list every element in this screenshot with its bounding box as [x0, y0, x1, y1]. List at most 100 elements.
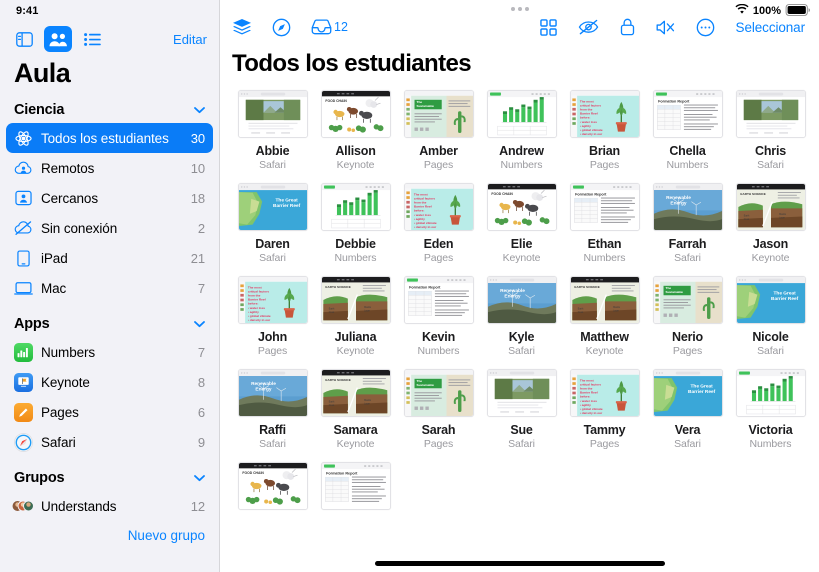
student-cell[interactable]: The Great Barrier Reef Nicole Safari — [732, 276, 809, 357]
student-screen-thumbnail[interactable]: Formation Report — [403, 276, 474, 324]
sidebar-item-mac[interactable]: Mac 7 — [6, 273, 213, 303]
speaker-mute-icon[interactable] — [656, 19, 675, 36]
student-cell[interactable]: Renewable Energy Raffi Safari — [234, 369, 311, 450]
student-cell[interactable]: Victoria Numbers — [732, 369, 809, 450]
student-cell[interactable]: The Great Barrier Reef Vera Safari — [649, 369, 726, 450]
student-cell[interactable]: Formation Report Ethan Numbers — [566, 183, 643, 264]
student-screen-thumbnail[interactable] — [735, 369, 806, 417]
student-screen-thumbnail[interactable]: The Great Barrier Reef — [652, 369, 723, 417]
sidebar-item-cercanos[interactable]: Cercanos 18 — [6, 183, 213, 213]
section-header-ciencia[interactable]: Ciencia — [0, 95, 219, 123]
student-name: John — [257, 330, 288, 344]
student-screen-thumbnail[interactable]: FOOD CHAIN — [486, 183, 557, 231]
student-screen-thumbnail[interactable]: The Great Barrier Reef — [237, 183, 308, 231]
grid-view-icon[interactable] — [539, 18, 557, 36]
student-cell[interactable]: Formation Report Chella Numbers — [649, 90, 726, 171]
student-screen-thumbnail[interactable] — [486, 369, 557, 417]
student-screen-thumbnail[interactable]: EARTH SCIENCE Earth Crust Mantle Layer — [569, 276, 640, 324]
student-cell[interactable]: Renewable Energy Farrah Safari — [649, 183, 726, 264]
student-screen-thumbnail[interactable]: FOOD CHAIN — [237, 462, 308, 510]
student-cell[interactable]: Chris Safari — [732, 90, 809, 171]
more-options-icon[interactable] — [696, 18, 715, 37]
student-cell[interactable]: Andrew Numbers — [483, 90, 560, 171]
student-screen-thumbnail[interactable] — [486, 90, 557, 138]
chevron-down-icon[interactable] — [194, 320, 205, 328]
student-cell[interactable]: The Sustainable Amber Pages — [400, 90, 477, 171]
sidebar-item-numbers[interactable]: Numbers 7 — [6, 337, 213, 367]
student-cell[interactable]: The most critical factors from the Barrier… — [566, 369, 643, 450]
student-screen-thumbnail[interactable]: The most critical factors from the Barrier… — [569, 369, 640, 417]
sidebar-sections[interactable]: Ciencia Todos los estudiantes 30 Remotos… — [0, 95, 219, 572]
student-cell[interactable]: The Great Barrier Reef Daren Safari — [234, 183, 311, 264]
student-cell[interactable]: FOOD CHAIN Elie Keynote — [483, 183, 560, 264]
student-screen-thumbnail[interactable]: EARTH SCIENCE Earth Crust Mantle Layer — [320, 276, 391, 324]
sidebar-item-pages[interactable]: Pages 6 — [6, 397, 213, 427]
section-header-grupos[interactable]: Grupos — [0, 457, 219, 491]
student-screen-thumbnail[interactable]: The most critical factors from the Barrier… — [403, 183, 474, 231]
student-cell[interactable]: FOOD CHAIN — [234, 462, 311, 517]
window-grabber-handle[interactable] — [510, 7, 529, 11]
student-cell[interactable]: Formation Report — [317, 462, 394, 517]
list-view-icon[interactable] — [78, 26, 106, 52]
student-screen-thumbnail[interactable]: Renewable Energy — [237, 369, 308, 417]
student-cell[interactable]: EARTH SCIENCE Earth Crust Mantle Layer Matt… — [566, 276, 643, 357]
student-screen-thumbnail[interactable]: Formation Report — [320, 462, 391, 510]
student-screen-thumbnail[interactable]: Renewable Energy — [486, 276, 557, 324]
student-screen-thumbnail[interactable]: EARTH SCIENCE Earth Crust Mantle Layer — [320, 369, 391, 417]
sidebar-item-remotos[interactable]: Remotos 10 — [6, 153, 213, 183]
student-screen-thumbnail[interactable] — [320, 183, 391, 231]
student-screen-thumbnail[interactable]: FOOD CHAIN — [320, 90, 391, 138]
student-cell[interactable]: The most critical factors from the Barrier… — [400, 183, 477, 264]
chevron-down-icon[interactable] — [194, 474, 205, 482]
student-cell[interactable]: Renewable Energy Kyle Safari — [483, 276, 560, 357]
student-name: Debbie — [335, 237, 376, 251]
student-screen-thumbnail[interactable]: Formation Report — [652, 90, 723, 138]
student-screen-thumbnail[interactable]: The Sustainable — [403, 90, 474, 138]
student-cell[interactable]: EARTH SCIENCE Earth Crust Mantle Layer Jaso… — [732, 183, 809, 264]
safari-compass-icon[interactable] — [272, 18, 291, 37]
student-cell[interactable]: Sue Safari — [483, 369, 560, 450]
student-cell[interactable]: The Sustainable Sarah Pages — [400, 369, 477, 450]
student-cell[interactable]: Formation Report Kevin Numbers — [400, 276, 477, 357]
new-group-button[interactable]: Nuevo grupo — [128, 528, 205, 543]
student-screen-thumbnail[interactable]: The Sustainable — [652, 276, 723, 324]
student-cell[interactable]: The Sustainable Nerio Pages — [649, 276, 726, 357]
student-screen-thumbnail[interactable]: The most critical factors from the Barrier… — [569, 90, 640, 138]
student-cell[interactable]: EARTH SCIENCE Earth Crust Mantle Layer Sama… — [317, 369, 394, 450]
student-screen-thumbnail[interactable]: EARTH SCIENCE Earth Crust Mantle Layer — [735, 183, 806, 231]
lock-icon[interactable] — [620, 18, 635, 36]
layers-icon[interactable] — [232, 18, 252, 36]
student-screen-thumbnail[interactable] — [735, 90, 806, 138]
student-screen-thumbnail[interactable]: The most critical factors from the Barrier… — [237, 276, 308, 324]
student-name: Jason — [752, 237, 789, 251]
home-indicator[interactable] — [374, 561, 665, 566]
student-cell[interactable]: The most critical factors from the Barrier… — [234, 276, 311, 357]
student-cell[interactable]: Abbie Safari — [234, 90, 311, 171]
inbox-tray-icon[interactable]: 12 — [311, 19, 348, 35]
students-grid: Abbie Safari FOOD CHAIN Allison Keynote … — [234, 90, 809, 517]
student-screen-thumbnail[interactable]: Renewable Energy — [652, 183, 723, 231]
cloud-person-icon — [12, 158, 34, 178]
sidebar-item-understands[interactable]: Understands 12 — [6, 491, 213, 521]
student-current-app: Pages — [589, 159, 620, 171]
eye-slash-icon[interactable] — [578, 19, 599, 35]
section-header-apps[interactable]: Apps — [0, 303, 219, 337]
student-screen-thumbnail[interactable]: Formation Report — [569, 183, 640, 231]
students-grid-scroll[interactable]: Abbie Safari FOOD CHAIN Allison Keynote … — [220, 78, 819, 572]
sidebar-item-sin-conexion[interactable]: Sin conexión 2 — [6, 213, 213, 243]
student-screen-thumbnail[interactable]: The Sustainable — [403, 369, 474, 417]
sidebar-item-todos-los-estudiantes[interactable]: Todos los estudiantes 30 — [6, 123, 213, 153]
student-screen-thumbnail[interactable]: The Great Barrier Reef — [735, 276, 806, 324]
sidebar-item-ipad[interactable]: iPad 21 — [6, 243, 213, 273]
student-cell[interactable]: EARTH SCIENCE Earth Crust Mantle Layer Juli… — [317, 276, 394, 357]
chevron-down-icon[interactable] — [194, 106, 205, 114]
edit-button[interactable]: Editar — [173, 32, 207, 47]
sidebar-item-safari[interactable]: Safari 9 — [6, 427, 213, 457]
people-view-icon[interactable] — [44, 26, 72, 52]
student-cell[interactable]: FOOD CHAIN Allison Keynote — [317, 90, 394, 171]
sidebar-item-keynote[interactable]: Keynote 8 — [6, 367, 213, 397]
student-cell[interactable]: The most critical factors from the Barrier… — [566, 90, 643, 171]
student-cell[interactable]: Debbie Numbers — [317, 183, 394, 264]
sidebar-toggle-icon[interactable] — [10, 26, 38, 52]
student-screen-thumbnail[interactable] — [237, 90, 308, 138]
